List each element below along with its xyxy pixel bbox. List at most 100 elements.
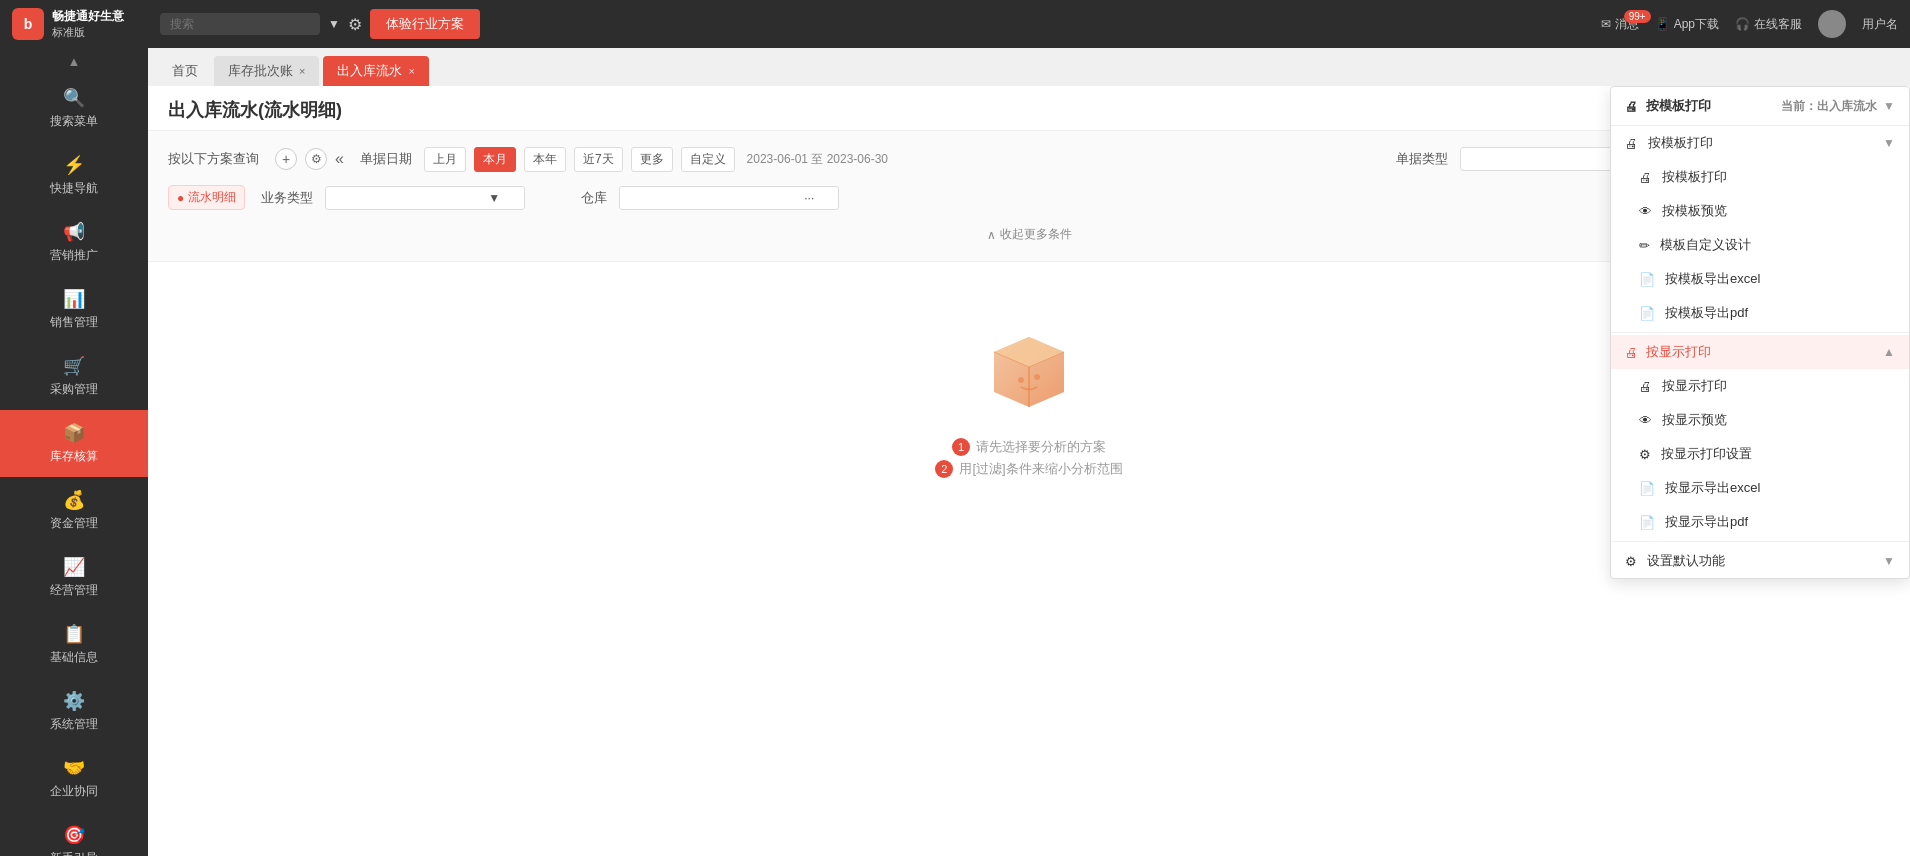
page-content: 出入库流水(流水明细) 🖨 按模板打印 ▲ ... ↑ 导出 ↺ 刷新 (148, 86, 1910, 856)
collapse-filters-btn[interactable]: « (335, 150, 344, 168)
date-filter-group: 上月 本月 本年 近7天 更多 自定义 (424, 147, 735, 172)
step1-num: 1 (952, 438, 970, 456)
quick-nav-icon: ⚡ (63, 154, 85, 176)
dp-preview-icon: 👁 (1639, 413, 1652, 428)
page-title: 出入库流水(流水明细) (168, 98, 342, 122)
sidebar-item-search[interactable]: 🔍 搜索菜单 (0, 75, 148, 142)
flow-detail-tag[interactable]: ● 流水明细 (168, 185, 245, 210)
sidebar-item-purchase[interactable]: 🛒 采购管理 (0, 343, 148, 410)
message-icon: ✉ (1601, 17, 1611, 31)
sidebar-item-guide[interactable]: 🎯 新手引导 (0, 812, 148, 856)
dp-print-icon: 🖨 (1639, 379, 1652, 394)
display-print-section-header[interactable]: 🖨 按显示打印 ▲ (1611, 335, 1909, 369)
header-search-area: ▼ ⚙ 体验行业方案 (160, 9, 1601, 39)
header-search-input[interactable] (160, 13, 320, 35)
header-dropdown-icon[interactable]: ▼ (328, 17, 340, 31)
app-download-btn[interactable]: 📱 App下载 (1655, 16, 1719, 33)
tp-print-icon: 🖨 (1639, 170, 1652, 185)
tp-excel-icon: 📄 (1639, 272, 1655, 287)
date-btn-last-month[interactable]: 上月 (424, 147, 466, 172)
avatar[interactable] (1818, 10, 1846, 38)
sidebar-item-sales[interactable]: 📊 销售管理 (0, 276, 148, 343)
template-export-excel-item[interactable]: 📄 按模板导出excel (1611, 262, 1909, 296)
inventory-icon: 📦 (63, 422, 85, 444)
sidebar-item-system[interactable]: ⚙️ 系统管理 (0, 678, 148, 745)
dropdown-divider-1 (1611, 332, 1909, 333)
filter-settings-btn[interactable]: ⚙ (305, 148, 327, 170)
dp-settings-icon: ⚙ (1639, 447, 1651, 462)
date-btn-this-month[interactable]: 本月 (474, 147, 516, 172)
print-panel-icon: 🖨 (1625, 99, 1638, 114)
doc-type-label: 单据类型 (1396, 150, 1448, 168)
sidebar-item-finance[interactable]: 💰 资金管理 (0, 477, 148, 544)
date-filter-label: 单据日期 (360, 150, 412, 168)
display-print-settings-item[interactable]: ⚙ 按显示打印设置 (1611, 437, 1909, 471)
display-export-pdf-item[interactable]: 📄 按显示导出pdf (1611, 505, 1909, 539)
biz-type-label: 业务类型 (261, 189, 313, 207)
date-range-display: 2023-06-01 至 2023-06-30 (747, 151, 888, 168)
sidebar-item-basic[interactable]: 📋 基础信息 (0, 611, 148, 678)
template-preview-item[interactable]: 👁 按模板预览 (1611, 194, 1909, 228)
dropdown-panel-title: 按模板打印 (1646, 97, 1711, 115)
date-btn-more[interactable]: 更多 (631, 147, 673, 172)
header-right: ✉ 消息 99+ 📱 App下载 🎧 在线客服 用户名 (1601, 10, 1898, 38)
sales-icon: 📊 (63, 288, 85, 310)
tp-custom-icon: ✏ (1639, 238, 1650, 253)
display-section-arrow: ▲ (1883, 345, 1895, 359)
sidebar-item-operation[interactable]: 📈 经营管理 (0, 544, 148, 611)
header-gear-icon[interactable]: ⚙ (348, 15, 362, 34)
app-subtitle: 标准版 (52, 25, 124, 40)
tab-flow[interactable]: 出入库流水 × (323, 56, 428, 86)
display-print-item[interactable]: 🖨 按显示打印 (1611, 369, 1909, 403)
biz-type-select[interactable]: ▼ (325, 186, 525, 210)
empty-icon (979, 322, 1079, 422)
sidebar-item-quick-nav[interactable]: ⚡ 快捷导航 (0, 142, 148, 209)
date-btn-custom[interactable]: 自定义 (681, 147, 735, 172)
dropdown-panel-header: 🖨 按模板打印 当前：出入库流水 ▼ (1611, 87, 1909, 126)
purchase-icon: 🛒 (63, 355, 85, 377)
message-btn[interactable]: ✉ 消息 99+ (1601, 16, 1639, 33)
display-export-excel-item[interactable]: 📄 按显示导出excel (1611, 471, 1909, 505)
date-btn-this-year[interactable]: 本年 (524, 147, 566, 172)
cooperation-icon: 🤝 (63, 757, 85, 779)
finance-icon: 💰 (63, 489, 85, 511)
tab-home[interactable]: 首页 (160, 56, 210, 86)
sidebar-item-inventory[interactable]: 📦 库存核算 (0, 410, 148, 477)
username-label: 用户名 (1862, 16, 1898, 33)
template-print-submenu[interactable]: 🖨 按模板打印 ▼ (1611, 126, 1909, 160)
set-default-arrow: ▼ (1883, 554, 1895, 568)
step2-num: 2 (935, 460, 953, 478)
tp-pdf-icon: 📄 (1639, 306, 1655, 321)
svg-point-5 (1018, 377, 1024, 383)
template-print-item[interactable]: 🖨 按模板打印 (1611, 160, 1909, 194)
empty-step-2: 2 用[过滤]条件来缩小分析范围 (935, 460, 1122, 478)
message-badge: 99+ (1624, 10, 1651, 23)
top-header: b 畅捷通好生意 标准版 ▼ ⚙ 体验行业方案 ✉ 消息 99+ 📱 App下载… (0, 0, 1910, 48)
warehouse-label: 仓库 (581, 189, 607, 207)
add-filter-btn[interactable]: + (275, 148, 297, 170)
sidebar-item-cooperation[interactable]: 🤝 企业协同 (0, 745, 148, 812)
current-arrow: ▼ (1883, 99, 1895, 113)
sidebar-scroll-up[interactable]: ▲ (0, 48, 148, 75)
filter-actions: + ⚙ « (275, 148, 344, 170)
tab-batch-account-close[interactable]: × (299, 65, 305, 77)
tab-flow-close[interactable]: × (408, 65, 414, 77)
industry-btn[interactable]: 体验行业方案 (370, 9, 480, 39)
display-preview-item[interactable]: 👁 按显示预览 (1611, 403, 1909, 437)
template-export-pdf-item[interactable]: 📄 按模板导出pdf (1611, 296, 1909, 330)
dropdown-panel: 🖨 按模板打印 当前：出入库流水 ▼ 🖨 按模板打印 ▼ (1610, 86, 1910, 579)
sidebar-item-marketing[interactable]: 📢 营销推广 (0, 209, 148, 276)
warehouse-select[interactable]: ··· (619, 186, 839, 210)
tag-dot: ● (177, 191, 184, 205)
service-icon: 🎧 (1735, 17, 1750, 31)
dp-pdf-icon: 📄 (1639, 515, 1655, 530)
template-custom-item[interactable]: ✏ 模板自定义设计 (1611, 228, 1909, 262)
online-service-btn[interactable]: 🎧 在线客服 (1735, 16, 1802, 33)
content-area: 首页 库存批次账 × 出入库流水 × 出入库流水(流水明细) 🖨 按模板打印 (148, 48, 1910, 856)
filter-label: 按以下方案查询 (168, 150, 259, 168)
biz-type-dropdown-arrow: ▼ (488, 191, 500, 205)
tab-batch-account[interactable]: 库存批次账 × (214, 56, 319, 86)
set-default-item[interactable]: ⚙ 设置默认功能 ▼ (1611, 544, 1909, 578)
date-btn-7days[interactable]: 近7天 (574, 147, 623, 172)
guide-icon: 🎯 (63, 824, 85, 846)
